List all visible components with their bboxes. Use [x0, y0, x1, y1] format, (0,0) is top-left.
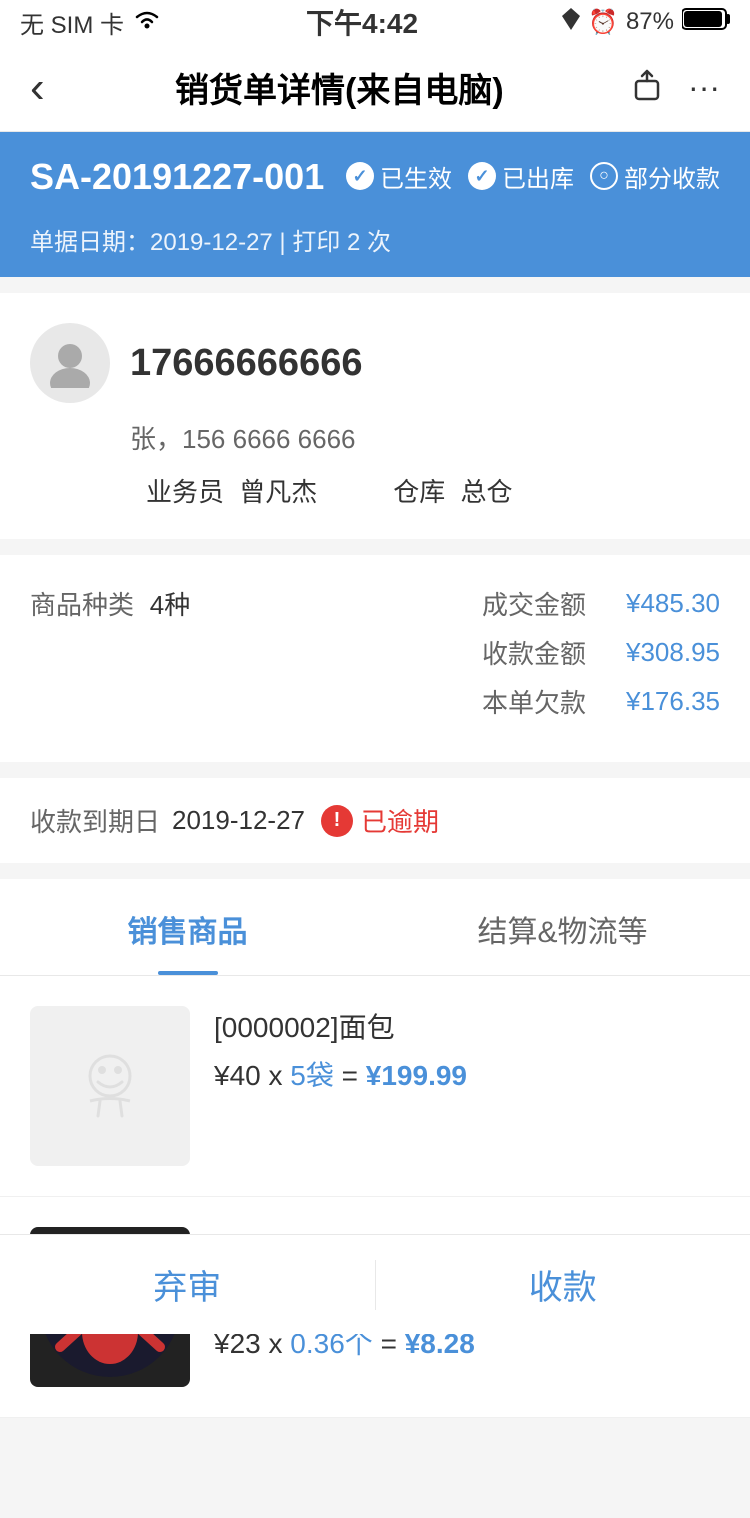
customer-phone: 17666666666 — [130, 342, 362, 385]
product-name-1: [0000002]面包 — [214, 1006, 720, 1046]
nav-bar: ‹ 销货单详情(来自电脑) ··· — [0, 44, 750, 132]
sales-label: 业务员 曾凡杰 — [138, 472, 317, 509]
product-type-count: 4种 — [150, 590, 190, 620]
product-list: [0000002]面包 ¥40 x 5袋 = ¥199.99 — [0, 976, 750, 1418]
sim-status: 无 SIM 卡 — [20, 5, 124, 40]
deal-amount-value: ¥485.30 — [626, 588, 720, 619]
clock-icon: ○ — [590, 162, 618, 190]
qty-1: 5袋 — [290, 1060, 334, 1091]
overdue-label: 已逾期 — [361, 802, 439, 839]
customer-meta: 业务员 曾凡杰 仓库 总仓 — [130, 472, 720, 509]
amount-summary: 成交金额 ¥485.30 收款金额 ¥308.95 本单欠款 ¥176.35 — [482, 585, 720, 732]
status-bar: 无 SIM 卡 下午4:42 ⏰ 87% — [0, 0, 750, 44]
tabs-bar: 销售商品 结算&物流等 — [0, 879, 750, 976]
due-label: 收款到期日 — [30, 802, 160, 839]
battery-icon — [682, 7, 730, 38]
tab-sales-products[interactable]: 销售商品 — [0, 879, 375, 975]
product-thumb-1 — [30, 1006, 190, 1166]
collect-button[interactable]: 收款 — [376, 1240, 750, 1329]
unit-price-1: ¥40 — [214, 1060, 261, 1091]
received-amount-row: 收款金额 ¥308.95 — [482, 634, 720, 671]
overdue-badge: ! 已逾期 — [321, 802, 439, 839]
received-amount-label: 收款金额 — [482, 634, 586, 671]
badge-partial-payment: ○ 部分收款 — [590, 159, 720, 194]
check-effective-icon: ✓ — [346, 162, 374, 190]
product-type-summary: 商品种类 4种 — [30, 585, 190, 622]
product-item-1: [0000002]面包 ¥40 x 5袋 = ¥199.99 — [0, 976, 750, 1197]
badge-shipped: ✓ 已出库 — [468, 159, 574, 194]
reject-button[interactable]: 弃审 — [0, 1240, 375, 1329]
order-id: SA-20191227-001 — [30, 156, 324, 198]
product-type-label: 商品种类 — [30, 590, 134, 620]
total-1: ¥199.99 — [366, 1060, 467, 1091]
badge-effective-label: 已生效 — [380, 159, 452, 194]
deal-amount-label: 成交金额 — [482, 585, 586, 622]
battery-text: 87% — [626, 8, 674, 36]
location-icon — [562, 8, 580, 37]
sales-person-value: 曾凡杰 — [239, 477, 317, 507]
order-meta-info: 单据日期：2019-12-27 | 打印 2 次 — [30, 222, 720, 257]
status-right: ⏰ 87% — [562, 7, 730, 38]
check-shipped-icon: ✓ — [468, 162, 496, 190]
owed-amount-value: ¥176.35 — [626, 686, 720, 717]
due-date-section: 收款到期日 2019-12-27 ! 已逾期 — [0, 778, 750, 863]
page-title: 销货单详情(来自电脑) — [175, 63, 504, 112]
time-display: 下午4:42 — [306, 2, 418, 42]
product-info-1: [0000002]面包 ¥40 x 5袋 = ¥199.99 — [214, 1006, 720, 1094]
summary-section: 商品种类 4种 成交金额 ¥485.30 收款金额 ¥308.95 本单欠款 ¥… — [0, 555, 750, 762]
share-icon[interactable] — [634, 67, 668, 108]
due-date-value: 2019-12-27 — [172, 805, 305, 836]
product-price-1: ¥40 x 5袋 = ¥199.99 — [214, 1054, 720, 1094]
warehouse-label: 仓库 总仓 — [385, 472, 512, 509]
warehouse-value: 总仓 — [461, 477, 513, 507]
customer-section: 17666666666 张，156 6666 6666 业务员 曾凡杰 仓库 总… — [0, 293, 750, 539]
badge-partial-label: 部分收款 — [624, 159, 720, 194]
tab-settlement[interactable]: 结算&物流等 — [375, 879, 750, 975]
nav-actions: ··· — [634, 67, 720, 108]
deal-amount-row: 成交金额 ¥485.30 — [482, 585, 720, 622]
status-badges: ✓ 已生效 ✓ 已出库 ○ 部分收款 — [346, 159, 720, 194]
badge-effective: ✓ 已生效 — [346, 159, 452, 194]
badge-shipped-label: 已出库 — [502, 159, 574, 194]
order-header-banner: SA-20191227-001 ✓ 已生效 ✓ 已出库 ○ 部分收款 单据日期：… — [0, 132, 750, 277]
status-left: 无 SIM 卡 — [20, 5, 162, 40]
wifi-icon — [132, 8, 162, 37]
owed-amount-row: 本单欠款 ¥176.35 — [482, 683, 720, 720]
bottom-bar: 弃审 收款 — [0, 1234, 750, 1334]
more-icon[interactable]: ··· — [688, 69, 720, 106]
received-amount-value: ¥308.95 — [626, 637, 720, 668]
customer-avatar — [30, 323, 110, 403]
alarm-icon: ⏰ — [588, 8, 618, 37]
back-button[interactable]: ‹ — [30, 63, 45, 113]
owed-amount-label: 本单欠款 — [482, 683, 586, 720]
overdue-icon: ! — [321, 805, 353, 837]
customer-sub-info: 张，156 6666 6666 — [130, 419, 720, 456]
